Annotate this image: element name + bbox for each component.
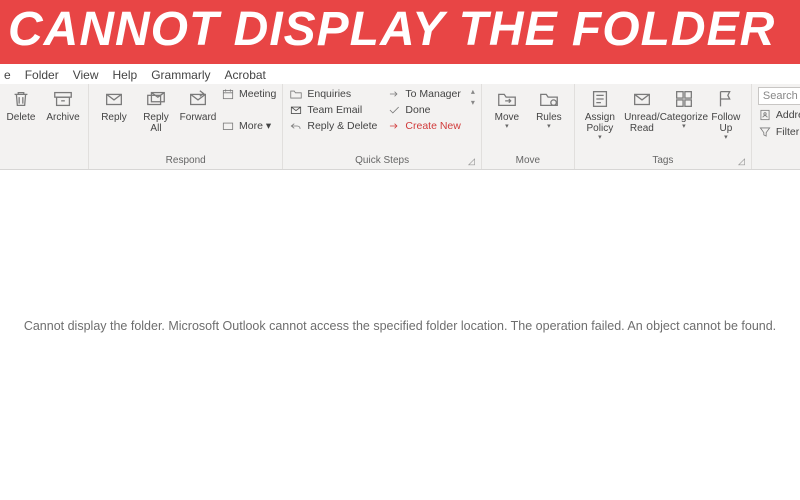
qs-team-email[interactable]: Team Email bbox=[289, 103, 377, 117]
error-message: Cannot display the folder. Microsoft Out… bbox=[4, 319, 796, 333]
banner-title: CANNOT DISPLAY THE FOLDER bbox=[8, 3, 775, 56]
qs-create-new[interactable]: Create New bbox=[387, 119, 460, 133]
group-delete: Delete Archive bbox=[0, 84, 89, 169]
reply-all-icon bbox=[145, 88, 167, 110]
chevron-down-icon: ▾ bbox=[547, 123, 551, 130]
menu-item[interactable]: e bbox=[4, 68, 11, 82]
chevron-down-icon: ▾ bbox=[505, 123, 509, 130]
dialog-launcher-icon[interactable]: ◿ bbox=[468, 156, 475, 167]
filter-email-button[interactable]: Filter Email ▾ bbox=[758, 125, 800, 139]
meeting-icon bbox=[221, 87, 235, 101]
chevron-down-icon: ▾ bbox=[724, 134, 728, 141]
chevron-down-icon: ▾ bbox=[598, 134, 602, 141]
ribbon: Delete Archive Reply bbox=[0, 84, 800, 170]
menu-bar: e Folder View Help Grammarly Acrobat bbox=[0, 64, 800, 84]
filter-icon bbox=[758, 125, 772, 139]
forward-button[interactable]: Forward bbox=[179, 86, 217, 123]
address-book-button[interactable]: Address Book bbox=[758, 108, 800, 122]
reply-delete-icon bbox=[289, 119, 303, 133]
follow-up-button[interactable]: Follow Up ▾ bbox=[707, 86, 745, 141]
move-button[interactable]: Move ▾ bbox=[488, 86, 526, 130]
reply-all-button[interactable]: Reply All bbox=[137, 86, 175, 134]
delete-button[interactable]: Delete bbox=[2, 86, 40, 123]
menu-item[interactable]: Help bbox=[113, 68, 138, 82]
menu-item[interactable]: Folder bbox=[25, 68, 59, 82]
unread-read-button[interactable]: Unread/ Read bbox=[623, 86, 661, 134]
rules-button[interactable]: Rules ▾ bbox=[530, 86, 568, 130]
qs-done[interactable]: Done bbox=[387, 103, 460, 117]
group-tags: Assign Policy ▾ Unread/ Read Categorize … bbox=[575, 84, 752, 169]
group-move: Move ▾ Rules ▾ Move bbox=[482, 84, 575, 169]
rules-icon bbox=[538, 88, 560, 110]
qs-enquiries[interactable]: Enquiries bbox=[289, 87, 377, 101]
assign-policy-button[interactable]: Assign Policy ▾ bbox=[581, 86, 619, 141]
address-book-icon bbox=[758, 108, 772, 122]
arrow-right-icon bbox=[387, 87, 401, 101]
archive-button[interactable]: Archive bbox=[44, 86, 82, 123]
policy-icon bbox=[589, 88, 611, 110]
unread-icon bbox=[631, 88, 653, 110]
reply-icon bbox=[103, 88, 125, 110]
qs-reply-delete[interactable]: Reply & Delete bbox=[289, 119, 377, 133]
group-respond: Reply Reply All Forward Meeting bbox=[89, 84, 283, 169]
meeting-button[interactable]: Meeting bbox=[221, 87, 276, 101]
chevron-down-icon: ▾ bbox=[682, 123, 686, 130]
error-banner: CANNOT DISPLAY THE FOLDER bbox=[0, 0, 800, 64]
content-pane: Cannot display the folder. Microsoft Out… bbox=[0, 170, 800, 482]
create-icon bbox=[387, 119, 401, 133]
delete-icon bbox=[10, 88, 32, 110]
forward-icon bbox=[187, 88, 209, 110]
more-icon bbox=[221, 119, 235, 133]
more-button[interactable]: More ▾ bbox=[221, 119, 276, 133]
menu-item[interactable]: Acrobat bbox=[225, 68, 266, 82]
group-find: Search People Address Book Filter Email … bbox=[752, 84, 800, 169]
categorize-button[interactable]: Categorize ▾ bbox=[665, 86, 703, 130]
group-quicksteps: Enquiries Team Email Reply & Delete To M… bbox=[283, 84, 482, 169]
menu-item[interactable]: Grammarly bbox=[151, 68, 210, 82]
flag-icon bbox=[715, 88, 737, 110]
menu-item[interactable]: View bbox=[73, 68, 99, 82]
chevron-down-icon[interactable]: ▾ bbox=[471, 98, 475, 107]
move-icon bbox=[496, 88, 518, 110]
folder-icon bbox=[289, 87, 303, 101]
archive-icon bbox=[52, 88, 74, 110]
dialog-launcher-icon[interactable]: ◿ bbox=[738, 156, 745, 167]
qs-to-manager[interactable]: To Manager bbox=[387, 87, 460, 101]
reply-button[interactable]: Reply bbox=[95, 86, 133, 123]
check-icon bbox=[387, 103, 401, 117]
categorize-icon bbox=[673, 88, 695, 110]
mail-icon bbox=[289, 103, 303, 117]
search-people-input[interactable]: Search People bbox=[758, 87, 800, 105]
chevron-up-icon[interactable]: ▴ bbox=[471, 87, 475, 96]
